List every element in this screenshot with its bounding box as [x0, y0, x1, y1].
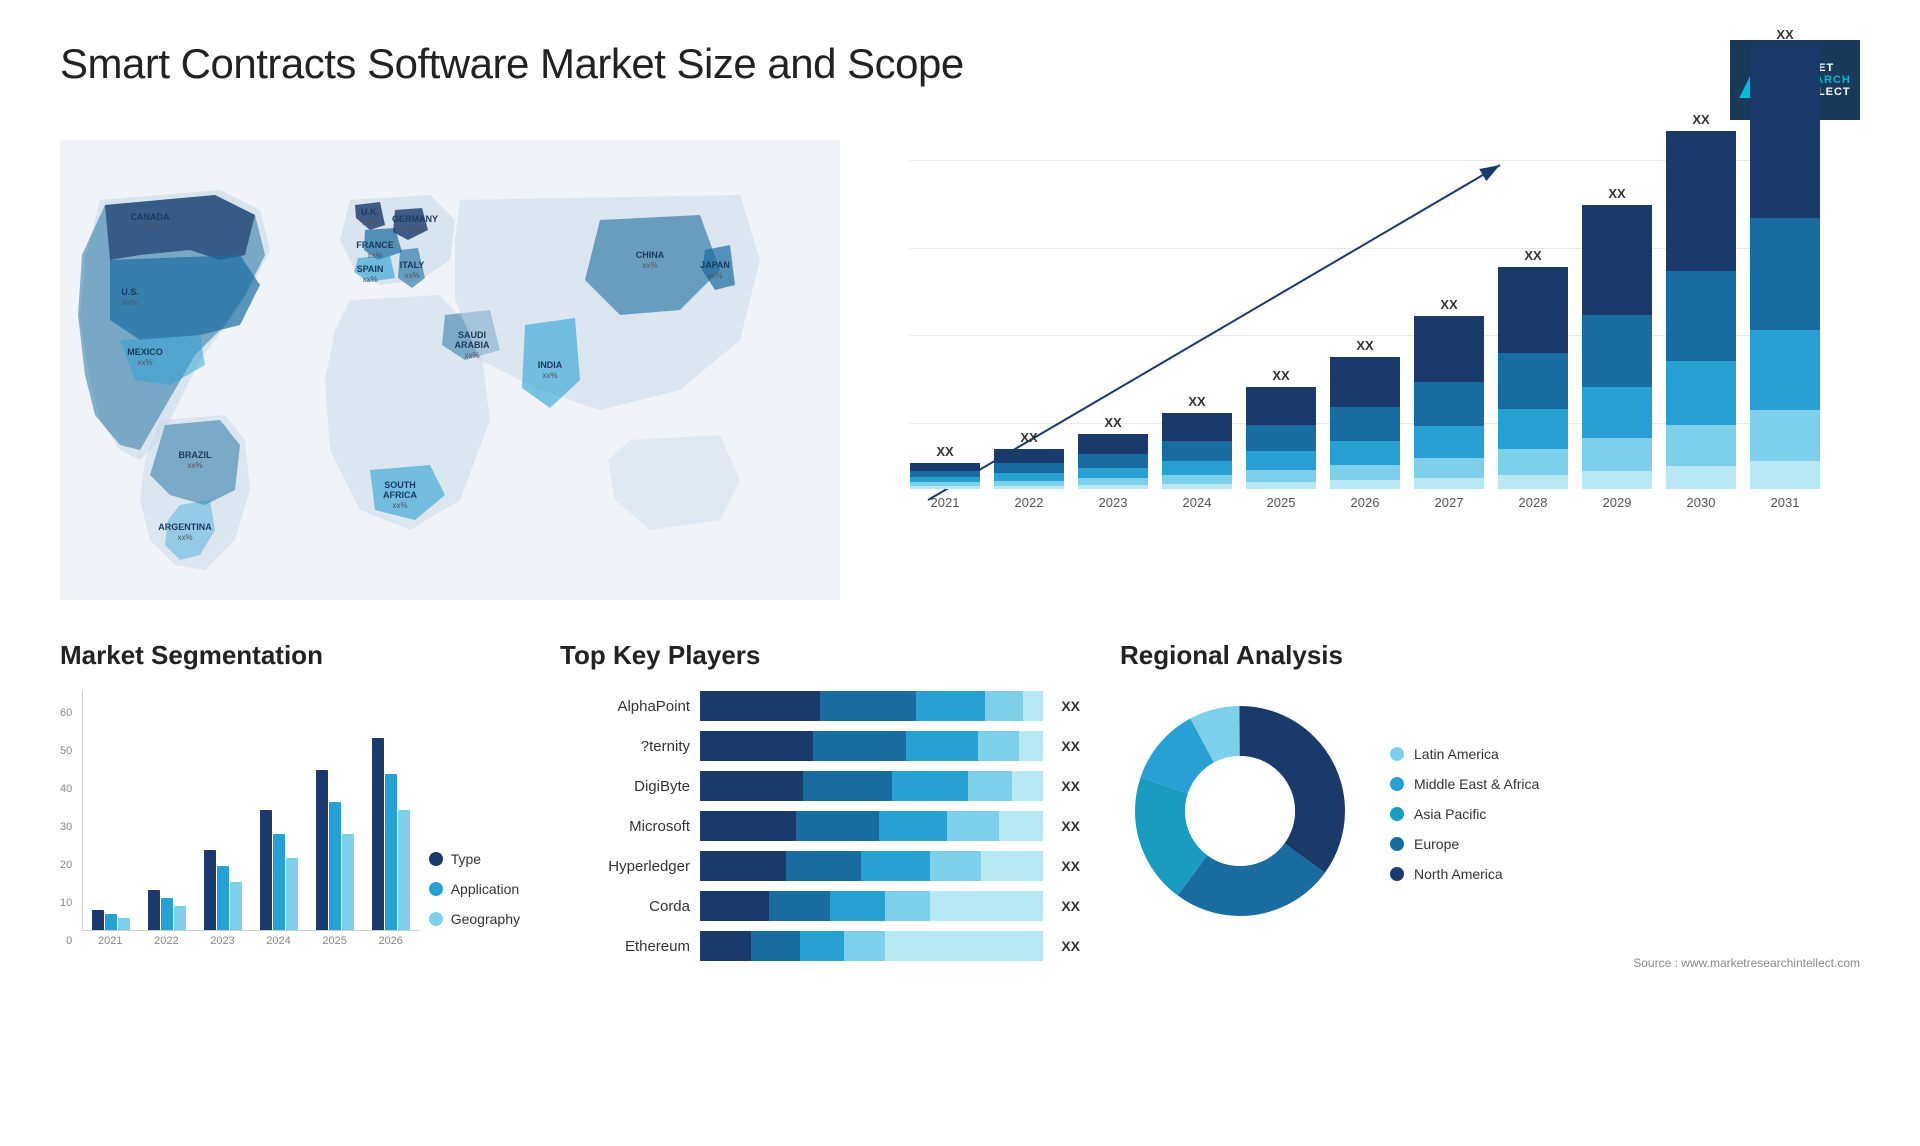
- svg-text:INDIA: INDIA: [538, 360, 563, 370]
- svg-text:xx%: xx%: [362, 275, 377, 284]
- svg-text:AFRICA: AFRICA: [383, 490, 417, 500]
- north-america-dot: [1390, 867, 1404, 881]
- svg-text:JAPAN: JAPAN: [700, 260, 730, 270]
- bar-2022: XX 2022: [994, 430, 1064, 510]
- player-digibyte: DigiByte XX: [560, 771, 1080, 801]
- player-ethereum: Ethereum XX: [560, 931, 1080, 961]
- svg-text:ARGENTINA: ARGENTINA: [158, 522, 212, 532]
- bar-2027: XX 2027: [1414, 297, 1484, 510]
- svg-text:ITALY: ITALY: [400, 260, 425, 270]
- svg-text:SOUTH: SOUTH: [384, 480, 416, 490]
- donut-area: Latin America Middle East & Africa Asia …: [1120, 691, 1860, 936]
- seg-legend: Type Application Geography: [429, 851, 520, 947]
- bar-2028: XX 2028: [1498, 248, 1568, 510]
- svg-text:xx%: xx%: [122, 298, 137, 307]
- bar-2030: XX 2030: [1666, 112, 1736, 510]
- players-section: Top Key Players AlphaPoint XX ?ternity: [560, 640, 1080, 961]
- segmentation-section: Market Segmentation 60 50 40 30 20 10 0: [60, 640, 520, 947]
- bar-2025: XX 2025: [1246, 368, 1316, 510]
- world-map: CANADA xx% U.S. xx% MEXICO xx% BRAZIL xx…: [60, 140, 840, 600]
- player-microsoft: Microsoft XX: [560, 811, 1080, 841]
- svg-text:xx%: xx%: [137, 358, 152, 367]
- page-title: Smart Contracts Software Market Size and…: [60, 40, 964, 88]
- bar-2029: XX 2029: [1582, 186, 1652, 510]
- source-text: Source : www.marketresearchintellect.com: [1120, 956, 1860, 970]
- svg-text:xx%: xx%: [542, 371, 557, 380]
- type-dot: [429, 852, 443, 866]
- bottom-section: Market Segmentation 60 50 40 30 20 10 0: [60, 640, 1860, 970]
- reg-asia-pacific: Asia Pacific: [1390, 806, 1539, 822]
- svg-text:xx%: xx%: [407, 225, 422, 234]
- svg-text:xx%: xx%: [642, 261, 657, 270]
- regional-section: Regional Analysis: [1120, 640, 1860, 970]
- players-list: AlphaPoint XX ?ternity: [560, 691, 1080, 961]
- svg-text:xx%: xx%: [392, 501, 407, 510]
- svg-text:BRAZIL: BRAZIL: [179, 450, 212, 460]
- player-eternity: ?ternity XX: [560, 731, 1080, 761]
- svg-text:xx%: xx%: [177, 533, 192, 542]
- svg-text:xx%: xx%: [187, 461, 202, 470]
- bar-2021: XX 2021: [910, 444, 980, 510]
- middle-east-dot: [1390, 777, 1404, 791]
- svg-text:xx%: xx%: [362, 218, 377, 227]
- svg-text:xx%: xx%: [142, 223, 157, 232]
- svg-text:U.S.: U.S.: [121, 287, 139, 297]
- reg-europe: Europe: [1390, 836, 1539, 852]
- svg-text:U.K.: U.K.: [361, 207, 379, 217]
- reg-latin-america: Latin America: [1390, 746, 1539, 762]
- top-section: CANADA xx% U.S. xx% MEXICO xx% BRAZIL xx…: [60, 140, 1860, 600]
- legend-geography: Geography: [429, 911, 520, 927]
- svg-text:xx%: xx%: [367, 251, 382, 260]
- player-corda: Corda XX: [560, 891, 1080, 921]
- svg-text:CHINA: CHINA: [636, 250, 665, 260]
- svg-text:xx%: xx%: [707, 271, 722, 280]
- svg-text:FRANCE: FRANCE: [356, 240, 394, 250]
- svg-text:CANADA: CANADA: [131, 212, 170, 222]
- map-svg: CANADA xx% U.S. xx% MEXICO xx% BRAZIL xx…: [60, 140, 840, 600]
- legend-application: Application: [429, 881, 520, 897]
- bar-2026: XX 2026: [1330, 338, 1400, 510]
- bar-2031: XX 2031: [1750, 27, 1820, 510]
- bar-2023: XX 2023: [1078, 415, 1148, 510]
- reg-north-america: North America: [1390, 866, 1539, 882]
- bar-2024: XX 2024: [1162, 394, 1232, 510]
- svg-text:GERMANY: GERMANY: [392, 214, 438, 224]
- page-container: Smart Contracts Software Market Size and…: [0, 0, 1920, 1146]
- player-hyperledger: Hyperledger XX: [560, 851, 1080, 881]
- donut-chart: [1120, 691, 1360, 936]
- latin-america-dot: [1390, 747, 1404, 761]
- reg-middle-east: Middle East & Africa: [1390, 776, 1539, 792]
- svg-text:xx%: xx%: [404, 271, 419, 280]
- svg-text:MEXICO: MEXICO: [127, 347, 163, 357]
- europe-dot: [1390, 837, 1404, 851]
- application-dot: [429, 882, 443, 896]
- svg-text:SAUDI: SAUDI: [458, 330, 486, 340]
- svg-text:ARABIA: ARABIA: [455, 340, 490, 350]
- regional-legend: Latin America Middle East & Africa Asia …: [1390, 746, 1539, 882]
- player-alphapoint: AlphaPoint XX: [560, 691, 1080, 721]
- bar-chart: XX 2021 XX: [880, 140, 1860, 600]
- geography-dot: [429, 912, 443, 926]
- asia-pacific-dot: [1390, 807, 1404, 821]
- players-title: Top Key Players: [560, 640, 1080, 671]
- segmentation-title: Market Segmentation: [60, 640, 520, 671]
- header-row: Smart Contracts Software Market Size and…: [60, 40, 1860, 120]
- legend-type: Type: [429, 851, 520, 867]
- svg-text:SPAIN: SPAIN: [357, 264, 384, 274]
- regional-title: Regional Analysis: [1120, 640, 1860, 671]
- svg-text:xx%: xx%: [464, 351, 479, 360]
